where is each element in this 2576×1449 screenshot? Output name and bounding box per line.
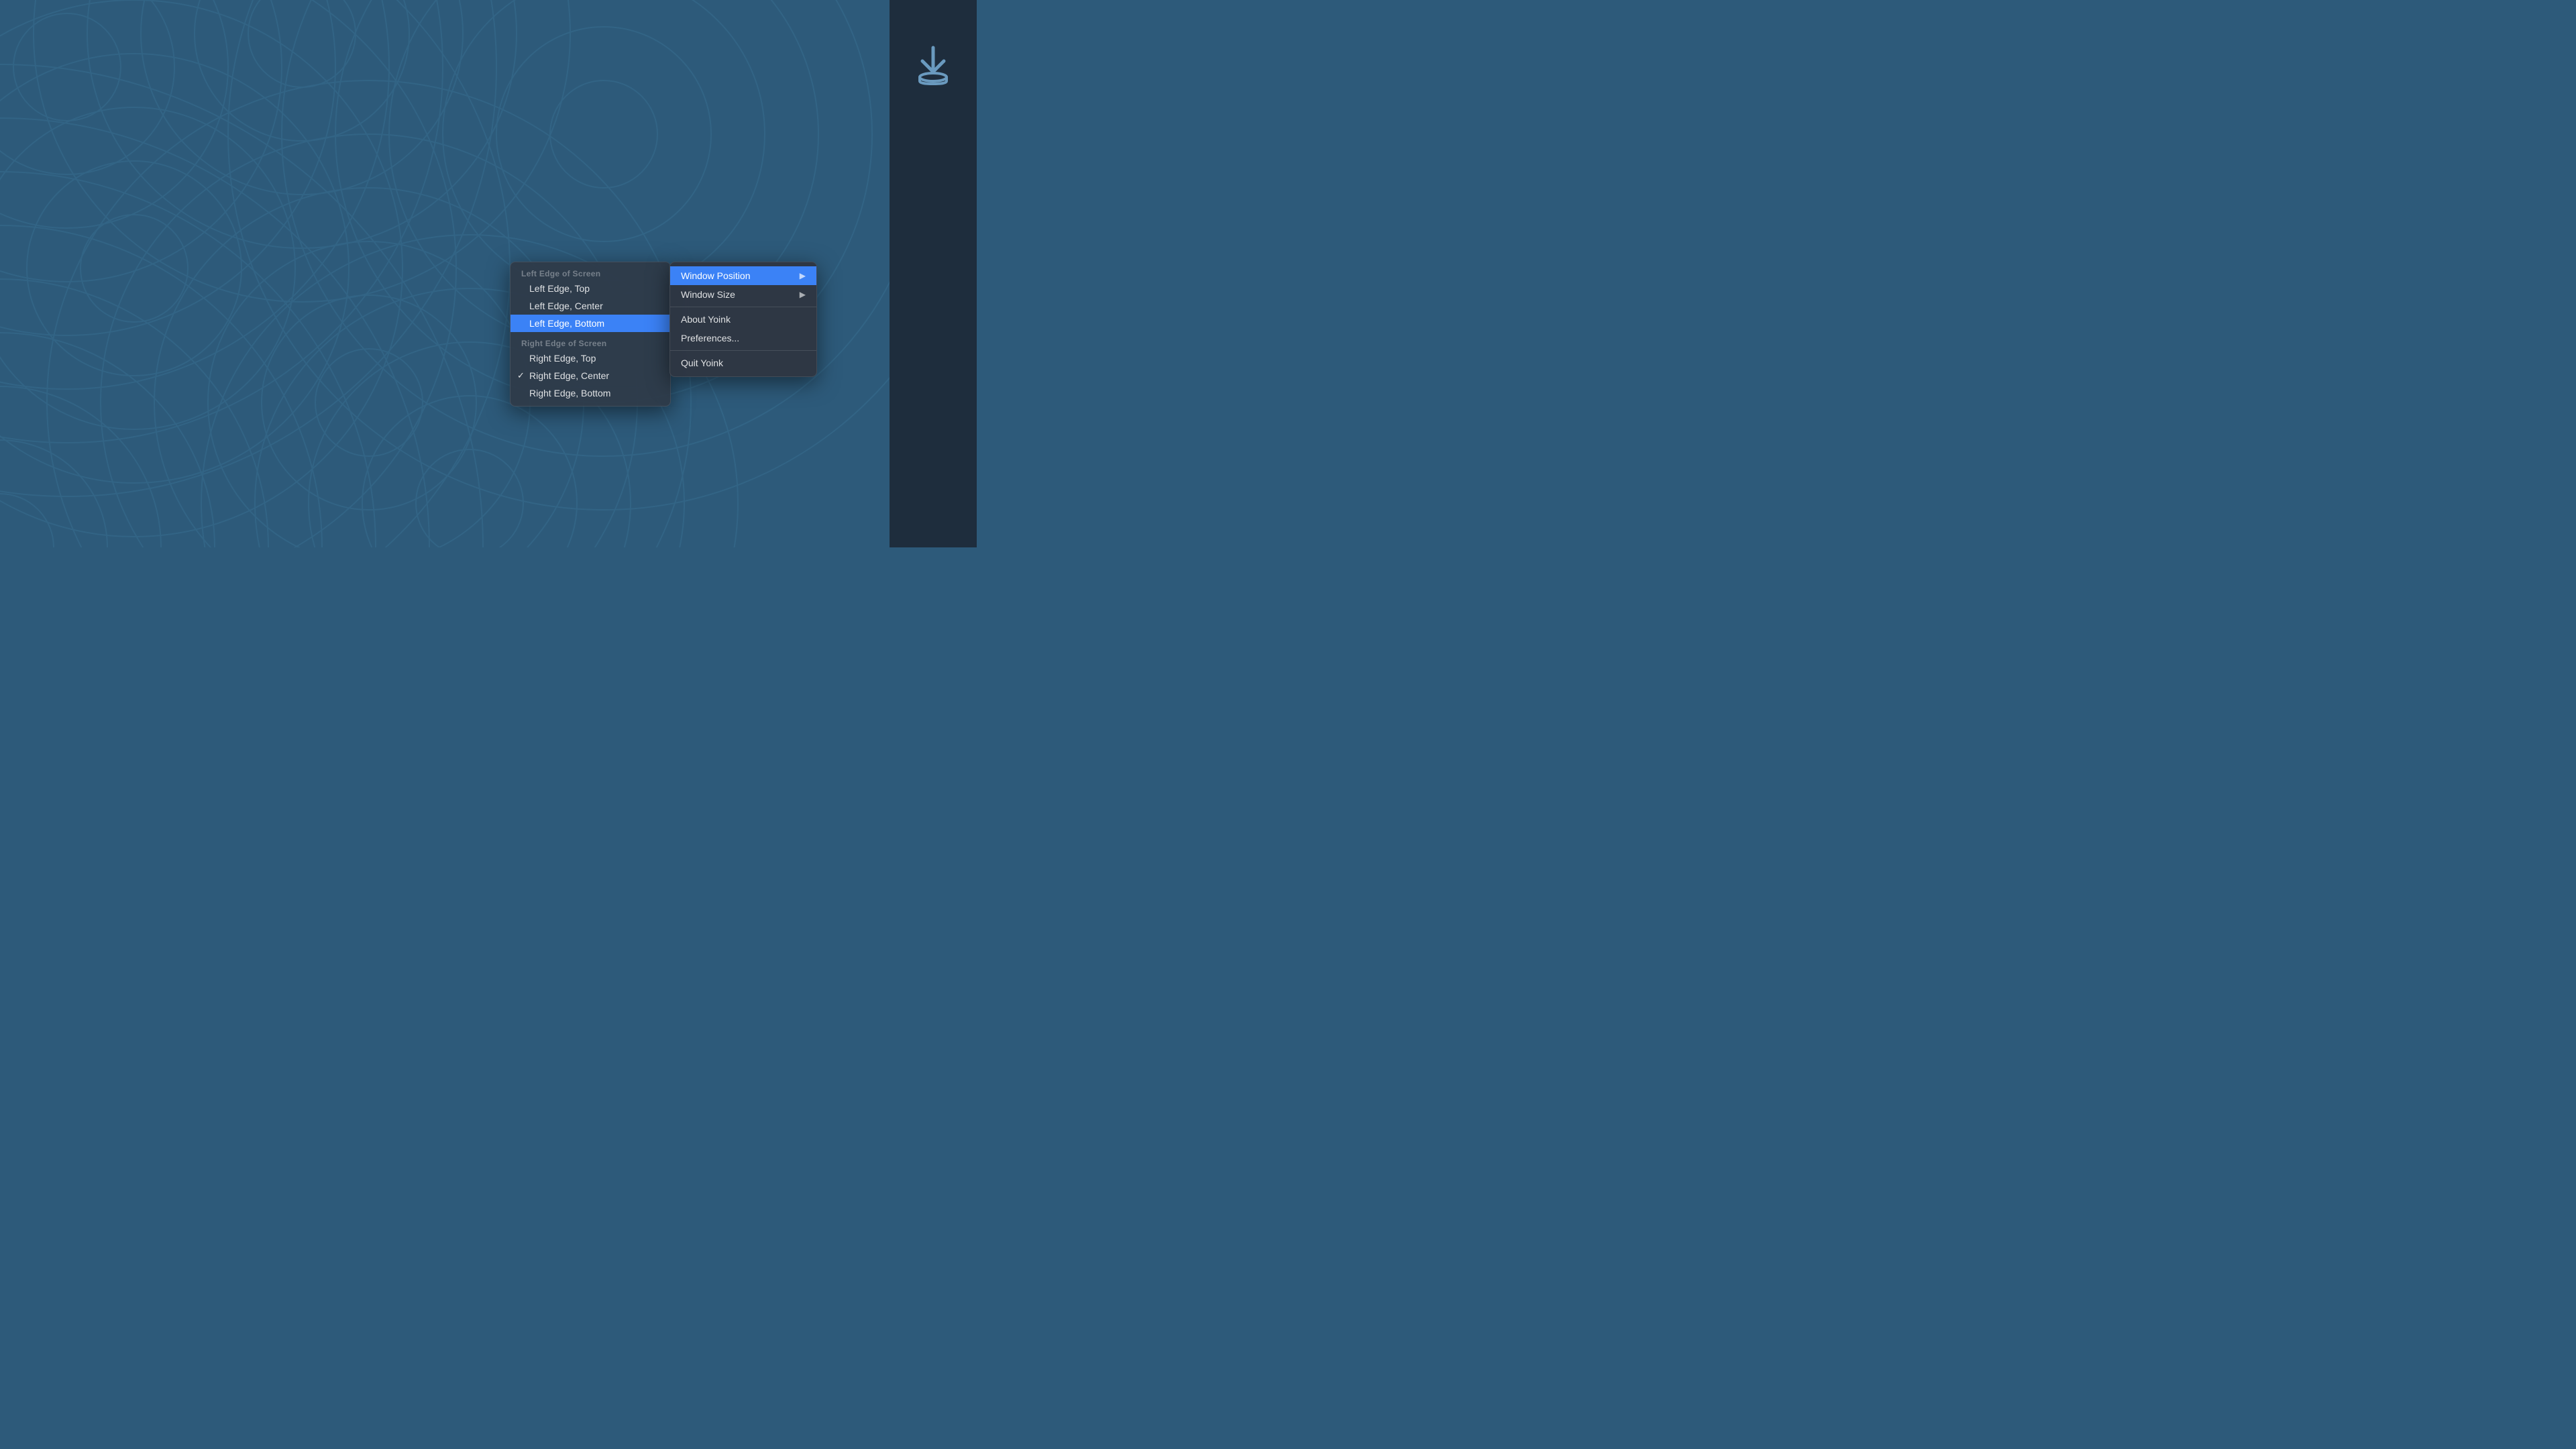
yoink-download-icon[interactable] [910, 40, 957, 87]
right-panel [890, 0, 977, 547]
right-edge-top-item[interactable]: Right Edge, Top [511, 350, 670, 367]
right-edge-bottom-item[interactable]: Right Edge, Bottom [511, 384, 670, 402]
main-context-menu: Window Position ▶ Window Size ▶ About Yo… [669, 262, 817, 377]
window-size-menu-item[interactable]: Window Size ▶ [670, 285, 816, 304]
menu-separator-2 [670, 350, 816, 351]
background: .wave { fill: none; stroke: #4a8ab0; str… [0, 0, 977, 547]
right-edge-section-header: Right Edge of Screen [511, 336, 670, 350]
about-yoink-menu-item[interactable]: About Yoink [670, 310, 816, 329]
right-edge-center-item[interactable]: Right Edge, Center [511, 367, 670, 384]
window-size-arrow-icon: ▶ [800, 290, 806, 299]
window-position-submenu: Left Edge of Screen Left Edge, Top Left … [510, 262, 671, 407]
left-edge-section-header: Left Edge of Screen [511, 266, 670, 280]
left-edge-center-item[interactable]: Left Edge, Center [511, 297, 670, 315]
window-position-menu-item[interactable]: Window Position ▶ [670, 266, 816, 285]
quit-yoink-menu-item[interactable]: Quit Yoink [670, 354, 816, 372]
preferences-menu-item[interactable]: Preferences... [670, 329, 816, 347]
menu-container: Left Edge of Screen Left Edge, Top Left … [510, 262, 817, 407]
window-position-arrow-icon: ▶ [800, 271, 806, 280]
left-edge-top-item[interactable]: Left Edge, Top [511, 280, 670, 297]
left-edge-bottom-item[interactable]: Left Edge, Bottom [511, 315, 670, 332]
